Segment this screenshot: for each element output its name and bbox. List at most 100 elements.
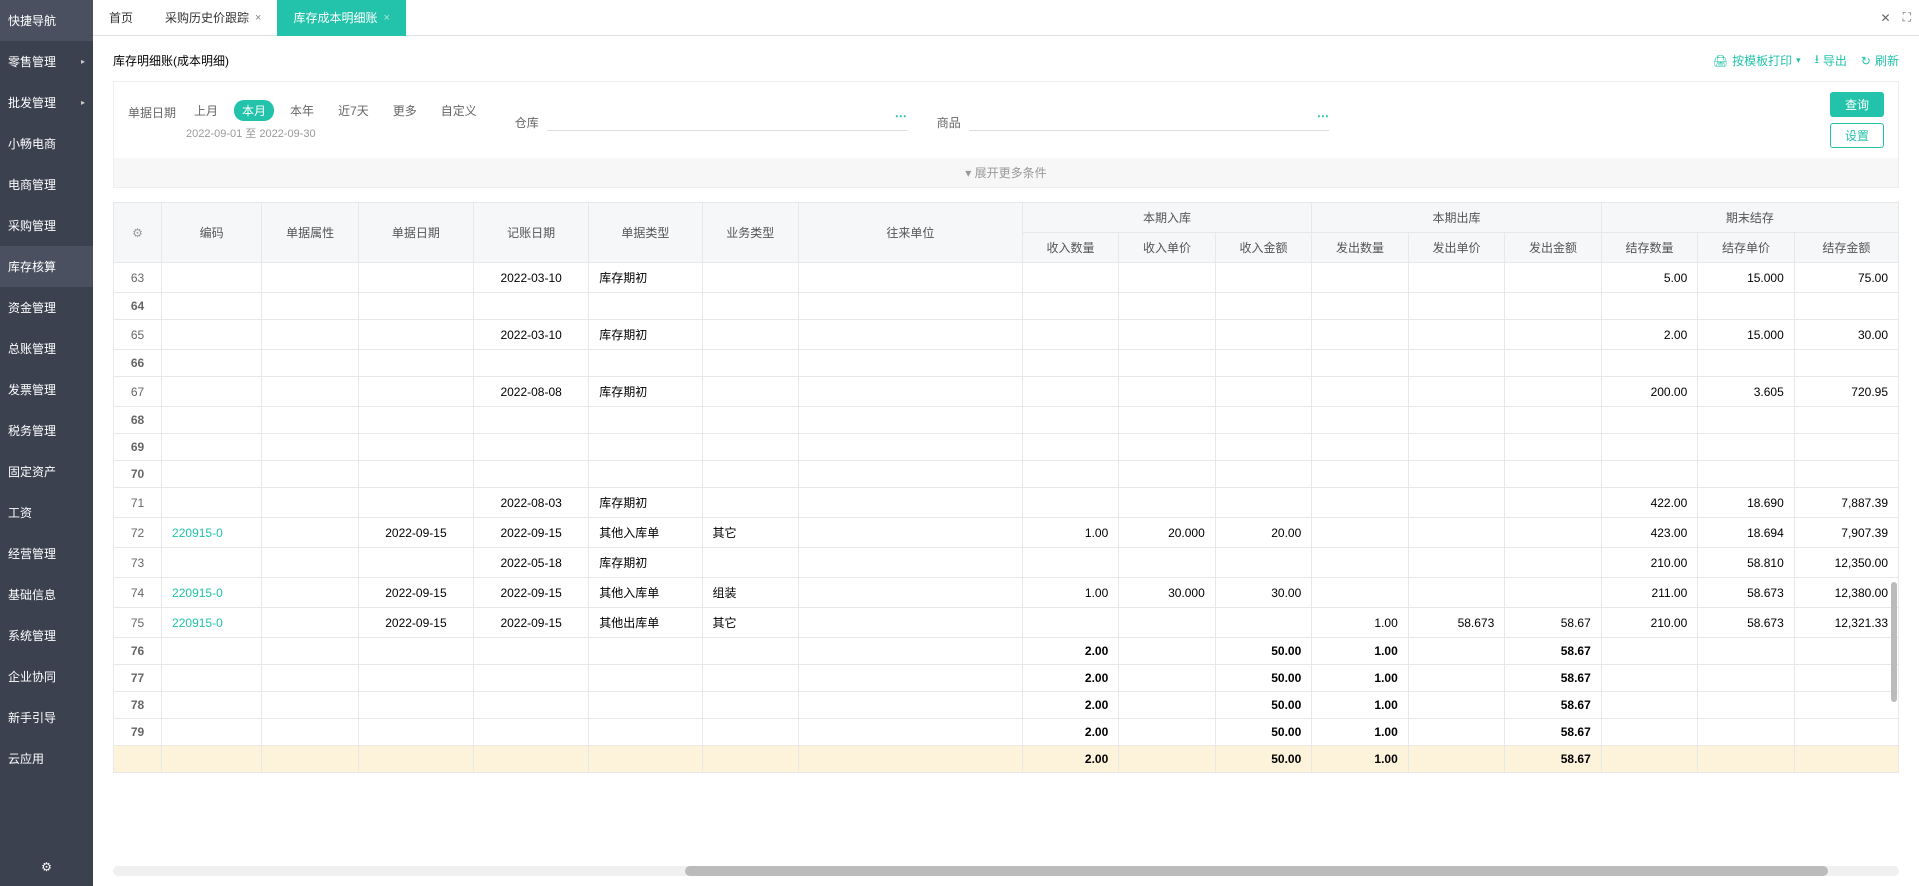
cell (1505, 434, 1602, 461)
sidebar-item-税务管理[interactable]: 税务管理 (0, 410, 93, 451)
sidebar-item-发票管理[interactable]: 发票管理 (0, 369, 93, 410)
settings-button[interactable]: 设置 (1830, 123, 1884, 148)
cell: 50.00 (1215, 719, 1312, 746)
tab-采购历史价跟踪[interactable]: 采购历史价跟踪× (149, 0, 277, 36)
cell (1408, 263, 1505, 293)
sidebar-item-label: 固定资产 (8, 463, 56, 480)
table-row: 70 (114, 461, 1899, 488)
horizontal-scrollbar-thumb[interactable] (685, 866, 1828, 876)
sidebar-item-label: 批发管理 (8, 94, 56, 111)
sidebar-item-批发管理[interactable]: 批发管理▸ (0, 82, 93, 123)
cell (1119, 608, 1216, 638)
tab-close-all-icon[interactable]: ✕ (1881, 11, 1891, 25)
cell: 1.00 (1312, 719, 1409, 746)
cell (589, 692, 702, 719)
goods-input[interactable]: ⋯ (969, 109, 1329, 131)
expand-more-conditions[interactable]: ▾ 展开更多条件 (114, 158, 1898, 187)
cell (1698, 350, 1795, 377)
sidebar-item-小畅电商[interactable]: 小畅电商 (0, 123, 93, 164)
cell (262, 608, 359, 638)
cell: 58.67 (1505, 665, 1602, 692)
cell (1215, 407, 1312, 434)
close-icon[interactable]: × (255, 12, 261, 24)
code-link[interactable]: 220915-0 (162, 518, 262, 548)
cell (262, 320, 359, 350)
sidebar-item-采购管理[interactable]: 采购管理 (0, 205, 93, 246)
th-gear[interactable]: ⚙ (114, 203, 162, 263)
sidebar-item-电商管理[interactable]: 电商管理 (0, 164, 93, 205)
sidebar-item-零售管理[interactable]: 零售管理▸ (0, 41, 93, 82)
sidebar-item-经营管理[interactable]: 经营管理 (0, 533, 93, 574)
tab-首页[interactable]: 首页 (93, 0, 149, 36)
th-in-group: 本期入库 (1022, 203, 1312, 233)
cell (1408, 518, 1505, 548)
tab-库存成本明细账[interactable]: 库存成本明细账× (277, 0, 405, 36)
sidebar-item-云应用[interactable]: 云应用 (0, 738, 93, 779)
sidebar-item-工资[interactable]: 工资 (0, 492, 93, 533)
print-template-button[interactable]: 🖨 按模板打印 ▾ (1713, 52, 1801, 69)
cell (1601, 719, 1698, 746)
code-link[interactable]: 220915-0 (162, 578, 262, 608)
sidebar-item-总账管理[interactable]: 总账管理 (0, 328, 93, 369)
warehouse-input[interactable]: ⋯ (547, 109, 907, 131)
cell (799, 548, 1023, 578)
cell (702, 263, 799, 293)
sidebar-item-系统管理[interactable]: 系统管理 (0, 615, 93, 656)
cell (358, 407, 473, 434)
cell (358, 320, 473, 350)
export-icon: ⭳ (1815, 50, 1819, 71)
cell: 12,380.00 (1794, 578, 1898, 608)
date-option-本月[interactable]: 本月 (234, 100, 274, 121)
sidebar-item-新手引导[interactable]: 新手引导 (0, 697, 93, 738)
date-option-自定义[interactable]: 自定义 (433, 100, 485, 121)
sidebar-item-快捷导航[interactable]: 快捷导航 (0, 0, 93, 41)
cell: 7,887.39 (1794, 488, 1898, 518)
cell (1698, 407, 1795, 434)
close-icon[interactable]: × (383, 12, 389, 24)
warehouse-more-icon[interactable]: ⋯ (895, 109, 907, 123)
cell (1215, 320, 1312, 350)
chevron-right-icon: ▸ (81, 57, 85, 66)
sidebar-item-库存核算[interactable]: 库存核算 (0, 246, 93, 287)
cell: 30.00 (1794, 320, 1898, 350)
sidebar-item-label: 库存核算 (8, 258, 56, 275)
cell: 1.00 (1312, 746, 1409, 773)
date-option-本年[interactable]: 本年 (282, 100, 322, 121)
cell (262, 377, 359, 407)
sidebar-settings-gear[interactable]: ⚙ (0, 848, 93, 886)
cell (262, 488, 359, 518)
query-button[interactable]: 查询 (1830, 92, 1884, 117)
cell (589, 407, 702, 434)
date-option-近7天[interactable]: 近7天 (330, 100, 377, 121)
cell (1794, 692, 1898, 719)
cell: 30.00 (1215, 578, 1312, 608)
cell (358, 263, 473, 293)
sidebar-item-资金管理[interactable]: 资金管理 (0, 287, 93, 328)
date-option-更多[interactable]: 更多 (385, 100, 425, 121)
cell (799, 263, 1023, 293)
fullscreen-icon[interactable]: ⛶ (1903, 10, 1911, 25)
date-option-上月[interactable]: 上月 (186, 100, 226, 121)
cell: 18.690 (1698, 488, 1795, 518)
table-row: 632022-03-10库存期初5.0015.00075.00 (114, 263, 1899, 293)
page-title: 库存明细账(成本明细) (113, 52, 229, 69)
code-link[interactable]: 220915-0 (162, 608, 262, 638)
cell: 63 (114, 263, 162, 293)
cell (1408, 638, 1505, 665)
cell (262, 719, 359, 746)
goods-more-icon[interactable]: ⋯ (1317, 109, 1329, 123)
date-option-row: 上月本月本年近7天更多自定义 (186, 100, 485, 121)
sidebar-item-基础信息[interactable]: 基础信息 (0, 574, 93, 615)
th-biz-type: 业务类型 (702, 203, 799, 263)
vertical-scrollbar[interactable] (1891, 582, 1897, 702)
horizontal-scrollbar-track[interactable] (113, 866, 1899, 876)
cell: 422.00 (1601, 488, 1698, 518)
sidebar-item-企业协同[interactable]: 企业协同 (0, 656, 93, 697)
table-row: 762.0050.001.0058.67 (114, 638, 1899, 665)
cell (1698, 719, 1795, 746)
sidebar-item-固定资产[interactable]: 固定资产 (0, 451, 93, 492)
cell (1505, 488, 1602, 518)
export-button[interactable]: ⭳ 导出 (1815, 50, 1847, 71)
refresh-button[interactable]: ↻ 刷新 (1861, 52, 1899, 69)
cell (1408, 320, 1505, 350)
